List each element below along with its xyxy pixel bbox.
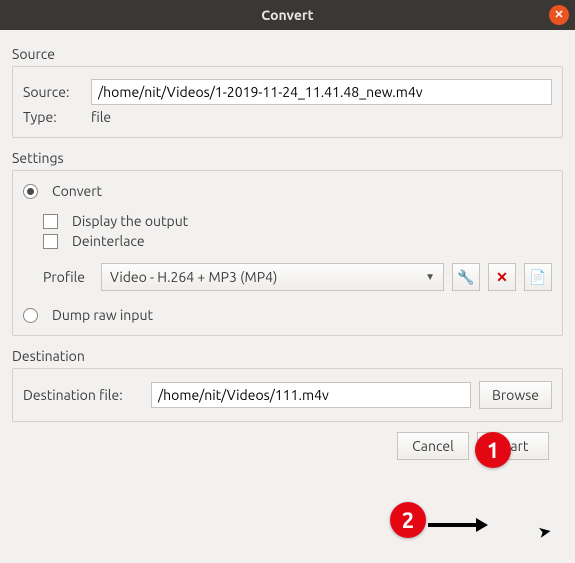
cancel-button[interactable]: Cancel: [397, 432, 469, 460]
edit-profile-button[interactable]: 🔧: [452, 263, 480, 291]
convert-label: Convert: [52, 183, 102, 199]
display-output-checkbox[interactable]: [43, 214, 58, 229]
settings-section-label: Settings: [12, 150, 563, 166]
dump-radio-row[interactable]: Dump raw input: [23, 307, 552, 323]
profile-label: Profile: [43, 269, 93, 285]
dump-label: Dump raw input: [52, 307, 153, 323]
new-profile-button[interactable]: 📄: [524, 263, 552, 291]
dialog-content: Source Source: Type: file Settings Conve…: [0, 30, 575, 468]
deinterlace-row[interactable]: Deinterlace: [43, 233, 552, 249]
titlebar: Convert ✕: [0, 0, 575, 30]
source-section-label: Source: [12, 46, 563, 62]
convert-radio[interactable]: [23, 184, 38, 199]
mouse-cursor-icon: ➤: [536, 521, 553, 542]
window-title: Convert: [261, 7, 313, 23]
type-label: Type:: [23, 109, 83, 125]
cancel-label: Cancel: [412, 438, 454, 454]
wrench-icon: 🔧: [457, 269, 474, 286]
annotation-marker-1: 1: [475, 432, 511, 468]
destination-section-label: Destination: [12, 348, 563, 364]
deinterlace-label: Deinterlace: [72, 233, 145, 249]
profile-value: Video - H.264 + MP3 (MP4): [110, 269, 277, 285]
destination-file-label: Destination file:: [23, 387, 143, 403]
destination-group: Destination file: Browse: [12, 368, 563, 422]
close-button[interactable]: ✕: [549, 5, 569, 25]
deinterlace-checkbox[interactable]: [43, 234, 58, 249]
source-input[interactable]: [91, 79, 552, 105]
source-label: Source:: [23, 84, 83, 100]
browse-button[interactable]: Browse: [479, 381, 552, 409]
convert-radio-row[interactable]: Convert: [23, 183, 552, 199]
destination-file-input[interactable]: [151, 382, 471, 408]
display-output-label: Display the output: [72, 213, 188, 229]
profile-combo[interactable]: Video - H.264 + MP3 (MP4) ▼: [101, 263, 444, 291]
source-group: Source: Type: file: [12, 66, 563, 138]
display-output-row[interactable]: Display the output: [43, 213, 552, 229]
close-icon: ✕: [554, 10, 563, 21]
settings-group: Convert Display the output Deinterlace P…: [12, 170, 563, 336]
delete-icon: ✕: [496, 269, 508, 286]
new-icon: 📄: [529, 269, 546, 286]
chevron-down-icon: ▼: [425, 271, 435, 283]
annotation-arrow: [428, 516, 488, 534]
browse-label: Browse: [492, 387, 539, 403]
dump-radio[interactable]: [23, 308, 38, 323]
type-value: file: [91, 109, 111, 125]
delete-profile-button[interactable]: ✕: [488, 263, 516, 291]
annotation-marker-2: 2: [390, 502, 426, 538]
